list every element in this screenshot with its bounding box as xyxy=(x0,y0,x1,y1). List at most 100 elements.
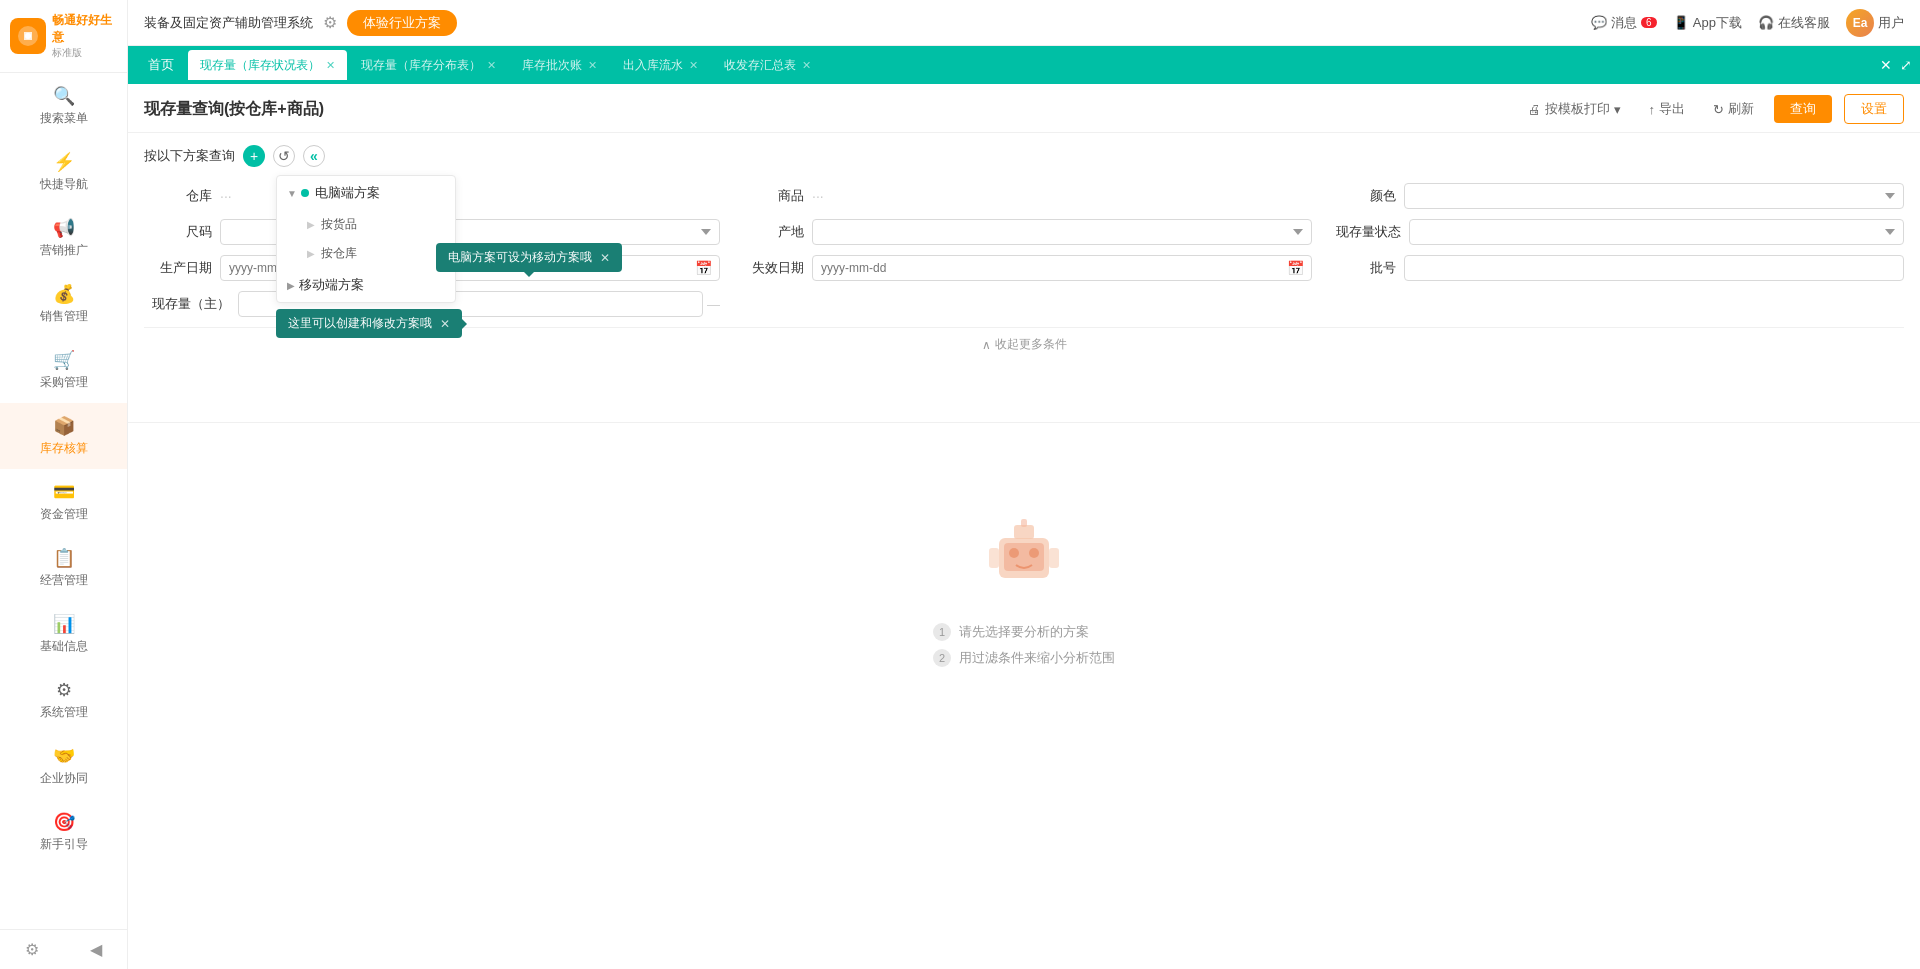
sidebar-item-finance[interactable]: 💳 资金管理 xyxy=(0,469,127,535)
trial-btn[interactable]: 体验行业方案 xyxy=(347,10,457,36)
sidebar-item-purchase[interactable]: 🛒 采购管理 xyxy=(0,337,127,403)
tab-receive-summary[interactable]: 收发存汇总表 ✕ xyxy=(712,50,823,80)
scheme-item-huopin[interactable]: ▶ 按货品 xyxy=(297,210,455,239)
tip-item-1: 1 请先选择要分析的方案 xyxy=(933,623,1115,641)
filter-row-batch-no: 批号 xyxy=(1336,255,1904,281)
collapse-btn[interactable]: ∧ 收起更多条件 xyxy=(982,336,1067,353)
system-icon: ⚙ xyxy=(56,679,72,701)
tab-close-inventory-dist[interactable]: ✕ xyxy=(487,59,496,72)
quick-nav-icon: ⚡ xyxy=(53,151,75,173)
origin-label: 产地 xyxy=(744,223,804,241)
svg-point-1 xyxy=(25,33,31,39)
svg-rect-9 xyxy=(1049,548,1059,568)
stock-qty-label: 现存量（主） xyxy=(152,295,230,313)
topbar-right: 💬 消息 6 📱 App下载 🎧 在线客服 Ea 用户 xyxy=(1591,9,1904,37)
message-btn[interactable]: 💬 消息 6 xyxy=(1591,14,1657,32)
filter-row-origin: 产地 xyxy=(744,219,1312,245)
logo-text: 畅通好好生意 标准版 xyxy=(52,12,117,60)
basics-icon: 📊 xyxy=(53,613,75,635)
export-btn[interactable]: ↑ 导出 xyxy=(1641,96,1694,122)
topbar-settings-icon[interactable]: ⚙ xyxy=(323,13,337,32)
svg-rect-7 xyxy=(1021,519,1027,527)
refresh-scheme-btn[interactable]: ↺ xyxy=(273,145,295,167)
tab-close-receive-summary[interactable]: ✕ xyxy=(802,59,811,72)
refresh-icon: ↻ xyxy=(1713,102,1724,117)
page-container: 现存量查询(按仓库+商品) 🖨 按模板打印 ▾ ↑ 导出 ↻ 刷新 xyxy=(128,84,1920,969)
avatar: Ea xyxy=(1846,9,1874,37)
tabbar-right-actions: ✕ ⤢ xyxy=(1880,57,1912,73)
back-scheme-btn[interactable]: « xyxy=(303,145,325,167)
tab-inventory-status[interactable]: 现存量（库存状况表） ✕ xyxy=(188,50,347,80)
sidebar-item-operations[interactable]: 📋 经营管理 xyxy=(0,535,127,601)
sidebar-collapse-btn[interactable]: ◀ xyxy=(90,940,102,959)
scheme-item-cangku[interactable]: ▶ 按仓库 xyxy=(297,239,455,268)
batch-no-label: 批号 xyxy=(1336,259,1396,277)
sidebar-item-inventory[interactable]: 📦 库存核算 xyxy=(0,403,127,469)
scheme-tree-desktop-sub: ▶ 按货品 ▶ 按仓库 xyxy=(277,210,455,268)
print-icon: 🖨 xyxy=(1528,102,1541,117)
stock-status-select[interactable] xyxy=(1409,219,1904,245)
empty-tips: 1 请先选择要分析的方案 2 用过滤条件来缩小分析范围 xyxy=(933,623,1115,675)
search-btn[interactable]: 查询 xyxy=(1774,95,1832,123)
purchase-icon: 🛒 xyxy=(53,349,75,371)
tab-inout-flow[interactable]: 出入库流水 ✕ xyxy=(611,50,710,80)
tab-inventory-dist[interactable]: 现存量（库存分布表） ✕ xyxy=(349,50,508,80)
logo-icon xyxy=(10,18,46,54)
tab-close-batch-ledger[interactable]: ✕ xyxy=(588,59,597,72)
goods-label: 商品 xyxy=(744,187,804,205)
sidebar-item-search-menu[interactable]: 🔍 搜索菜单 xyxy=(0,73,127,139)
tab-home[interactable]: 首页 xyxy=(136,56,186,74)
inventory-icon: 📦 xyxy=(53,415,75,437)
filter-row-color: 颜色 xyxy=(1336,183,1904,209)
app-download-btn[interactable]: 📱 App下载 xyxy=(1673,14,1742,32)
operations-icon: 📋 xyxy=(53,547,75,569)
origin-select[interactable] xyxy=(812,219,1312,245)
sidebar-item-quick-nav[interactable]: ⚡ 快捷导航 xyxy=(0,139,127,205)
scheme-tree: ▼ 电脑端方案 ▶ 按货品 ▶ 按仓库 xyxy=(276,175,456,303)
support-btn[interactable]: 🎧 在线客服 xyxy=(1758,14,1830,32)
tab-close-all-icon[interactable]: ✕ xyxy=(1880,57,1892,73)
tab-close-inout-flow[interactable]: ✕ xyxy=(689,59,698,72)
tab-close-inventory-status[interactable]: ✕ xyxy=(326,59,335,72)
sidebar-item-basics[interactable]: 📊 基础信息 xyxy=(0,601,127,667)
color-select[interactable] xyxy=(1404,183,1904,209)
tooltip1-close-btn[interactable]: ✕ xyxy=(600,251,610,265)
filter-row-goods: 商品 ··· xyxy=(744,183,1312,209)
settings-btn[interactable]: 设置 xyxy=(1844,94,1904,124)
topbar-left: 装备及固定资产辅助管理系统 ⚙ 体验行业方案 xyxy=(144,10,457,36)
marketing-icon: 📢 xyxy=(53,217,75,239)
message-icon: 💬 xyxy=(1591,15,1607,30)
sidebar: 畅通好好生意 标准版 🔍 搜索菜单 ⚡ 快捷导航 📢 营销推广 💰 销售管理 🛒… xyxy=(0,0,128,969)
desktop-scheme-dot xyxy=(301,189,309,197)
user-btn[interactable]: Ea 用户 xyxy=(1846,9,1904,37)
empty-state: 1 请先选择要分析的方案 2 用过滤条件来缩小分析范围 xyxy=(128,423,1920,755)
mobile-tree-arrow-icon: ▶ xyxy=(287,280,295,291)
tip-num-1: 1 xyxy=(933,623,951,641)
sidebar-item-guide[interactable]: 🎯 新手引导 xyxy=(0,799,127,865)
sidebar-bottom: ⚙ ◀ xyxy=(0,929,127,969)
tab-expand-icon[interactable]: ⤢ xyxy=(1900,57,1912,73)
tooltip2-close-btn[interactable]: ✕ xyxy=(440,317,450,331)
sidebar-item-enterprise[interactable]: 🤝 企业协同 xyxy=(0,733,127,799)
sidebar-nav: 🔍 搜索菜单 ⚡ 快捷导航 📢 营销推广 💰 销售管理 🛒 采购管理 📦 库存核… xyxy=(0,73,127,929)
expire-date-input[interactable] xyxy=(812,255,1312,281)
refresh-btn[interactable]: ↻ 刷新 xyxy=(1705,96,1762,122)
sidebar-item-system[interactable]: ⚙ 系统管理 xyxy=(0,667,127,733)
sidebar-item-marketing[interactable]: 📢 营销推广 xyxy=(0,205,127,271)
empty-illustration xyxy=(974,503,1074,603)
page-actions: 🖨 按模板打印 ▾ ↑ 导出 ↻ 刷新 查询 设置 xyxy=(1520,94,1905,124)
tip-item-2: 2 用过滤条件来缩小分析范围 xyxy=(933,649,1115,667)
batch-no-input[interactable] xyxy=(1404,255,1904,281)
sidebar-settings-btn[interactable]: ⚙ xyxy=(25,940,39,959)
scheme-tree-desktop[interactable]: ▼ 电脑端方案 xyxy=(277,176,455,210)
content-area: 现存量查询(按仓库+商品) 🖨 按模板打印 ▾ ↑ 导出 ↻ 刷新 xyxy=(128,84,1920,969)
tabbar: 首页 现存量（库存状况表） ✕ 现存量（库存分布表） ✕ 库存批次账 ✕ 出入库… xyxy=(128,46,1920,84)
scheme-tree-mobile[interactable]: ▶ 移动端方案 xyxy=(277,268,455,302)
print-dropdown-icon: ▾ xyxy=(1614,102,1621,117)
sidebar-item-sales[interactable]: 💰 销售管理 xyxy=(0,271,127,337)
tab-batch-ledger[interactable]: 库存批次账 ✕ xyxy=(510,50,609,80)
sidebar-logo: 畅通好好生意 标准版 xyxy=(0,0,127,73)
print-btn[interactable]: 🖨 按模板打印 ▾ xyxy=(1520,96,1629,122)
size-label: 尺码 xyxy=(152,223,212,241)
add-scheme-btn[interactable]: + xyxy=(243,145,265,167)
